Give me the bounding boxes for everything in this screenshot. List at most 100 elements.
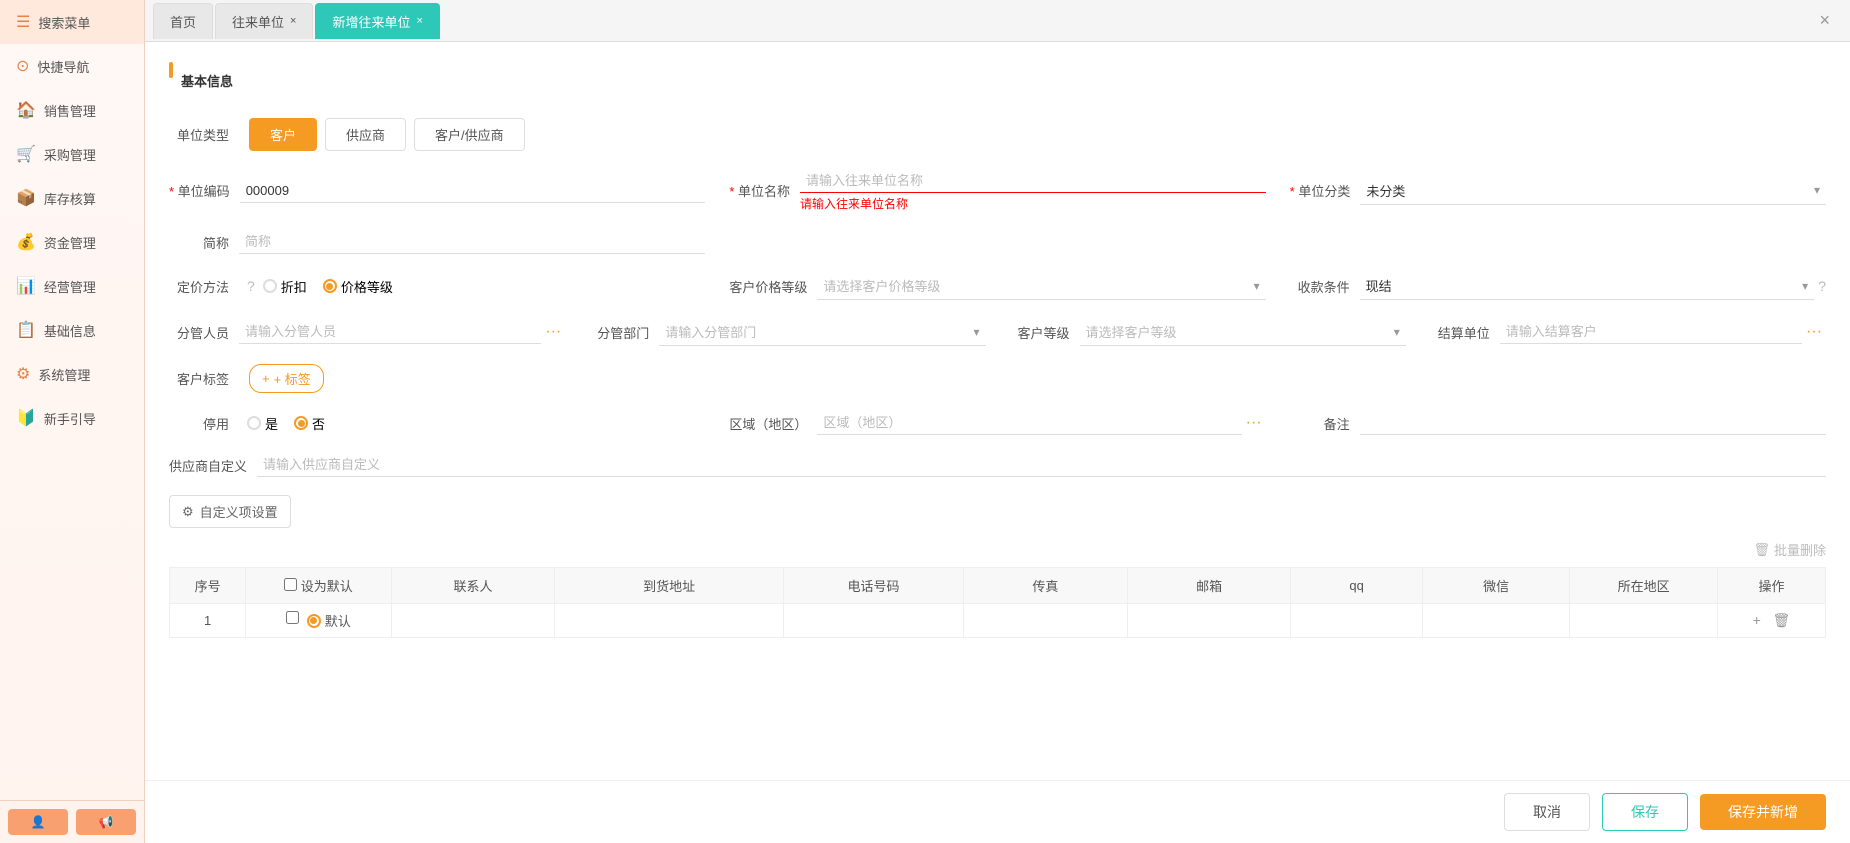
save-new-button[interactable]: 保存并新增 bbox=[1700, 794, 1826, 830]
cell-phone[interactable] bbox=[783, 604, 963, 638]
qq-input[interactable] bbox=[1327, 613, 1387, 628]
tab-units-close[interactable]: × bbox=[290, 15, 296, 27]
cell-wechat[interactable] bbox=[1422, 604, 1570, 638]
cell-fax[interactable] bbox=[963, 604, 1127, 638]
cell-region: 区域（地区） ··· bbox=[729, 411, 1265, 435]
type-btn-supplier[interactable]: 供应商 bbox=[325, 118, 406, 151]
sidebar-user-btn[interactable]: 👤 bbox=[8, 809, 68, 835]
radio-price-level[interactable]: 价格等级 bbox=[323, 277, 393, 296]
add-tag-button[interactable]: + + 标签 bbox=[249, 364, 324, 393]
payment-terms-help-icon[interactable]: ? bbox=[1818, 278, 1826, 294]
radio-discount-circle bbox=[263, 279, 277, 293]
sales-icon: 🏠 bbox=[16, 100, 36, 120]
tag-plus-icon: + bbox=[262, 371, 270, 386]
tab-home[interactable]: 首页 bbox=[153, 3, 213, 39]
row-default-radio[interactable]: 默认 bbox=[307, 611, 351, 630]
price-level-chevron-icon: ▾ bbox=[1254, 279, 1260, 293]
address-input[interactable] bbox=[609, 613, 729, 628]
type-btn-both[interactable]: 客户/供应商 bbox=[414, 118, 525, 151]
phone-input[interactable] bbox=[828, 613, 918, 628]
radio-price-level-circle bbox=[323, 279, 337, 293]
sidebar-item-new-guide[interactable]: 🔰 新手引导 bbox=[0, 396, 144, 440]
settlement-unit-label: 结算单位 bbox=[1430, 323, 1500, 342]
table-region-input[interactable] bbox=[1609, 613, 1679, 628]
region-input[interactable] bbox=[817, 411, 1241, 435]
wechat-input[interactable] bbox=[1461, 613, 1531, 628]
customer-tag-label: 客户标签 bbox=[169, 369, 239, 388]
customer-price-level-select[interactable]: 请选择客户价格等级 ▾ bbox=[817, 272, 1265, 300]
cell-address[interactable] bbox=[555, 604, 784, 638]
sidebar-item-search[interactable]: ☰ 搜索菜单 bbox=[0, 0, 144, 44]
notes-input[interactable] bbox=[1360, 411, 1826, 435]
customer-price-level-label: 客户价格等级 bbox=[729, 277, 817, 296]
select-all-checkbox[interactable] bbox=[284, 578, 297, 591]
unit-code-input[interactable] bbox=[240, 179, 706, 203]
region-dots-btn[interactable]: ··· bbox=[1242, 414, 1266, 432]
tab-new-unit[interactable]: 新增往来单位 × bbox=[315, 3, 439, 39]
sidebar-item-quick-nav[interactable]: ⊙ 快捷导航 bbox=[0, 44, 144, 88]
delete-row-btn[interactable]: 🗑 bbox=[1768, 610, 1794, 631]
batch-delete-btn[interactable]: 🗑 批量删除 bbox=[169, 540, 1826, 559]
custom-settings-button[interactable]: ⚙ 自定义项设置 bbox=[169, 495, 291, 528]
row-pricing: 定价方法 ? 折扣 价格等级 客户价格等级 请选择客户价格等级 bbox=[169, 272, 1826, 300]
cell-contact[interactable] bbox=[391, 604, 555, 638]
window-close-btn[interactable]: × bbox=[1807, 10, 1842, 31]
operations-icon: 📊 bbox=[16, 276, 36, 296]
customer-level-chevron-icon: ▾ bbox=[1394, 325, 1400, 339]
email-input[interactable] bbox=[1169, 613, 1249, 628]
fax-input[interactable] bbox=[1005, 613, 1085, 628]
sidebar-item-inventory[interactable]: 📦 库存核算 bbox=[0, 176, 144, 220]
col-action: 操作 bbox=[1717, 568, 1825, 604]
manager-dots-btn[interactable]: ··· bbox=[541, 323, 565, 341]
tab-units[interactable]: 往来单位 × bbox=[215, 3, 313, 39]
unit-name-label: 单位名称 bbox=[729, 181, 800, 200]
short-name-input[interactable] bbox=[239, 230, 705, 254]
unit-name-error: 请输入往来单位名称 bbox=[800, 195, 1266, 212]
sidebar-item-purchase[interactable]: 🛒 采购管理 bbox=[0, 132, 144, 176]
row-supplier-custom: 供应商自定义 bbox=[169, 453, 1826, 477]
sidebar-item-finance[interactable]: 💰 资金管理 bbox=[0, 220, 144, 264]
settlement-unit-input[interactable] bbox=[1500, 320, 1802, 344]
add-row-btn[interactable]: + bbox=[1749, 610, 1765, 630]
tab-new-unit-close[interactable]: × bbox=[416, 15, 422, 27]
radio-disabled-no[interactable]: 否 bbox=[294, 414, 325, 433]
manager-input[interactable] bbox=[239, 320, 541, 344]
customer-level-select[interactable]: 请选择客户等级 ▾ bbox=[1080, 318, 1406, 346]
radio-discount[interactable]: 折扣 bbox=[263, 277, 307, 296]
col-email: 邮箱 bbox=[1127, 568, 1291, 604]
save-button[interactable]: 保存 bbox=[1602, 793, 1688, 831]
type-btn-customer[interactable]: 客户 bbox=[249, 118, 317, 151]
sidebar-item-operations[interactable]: 📊 经营管理 bbox=[0, 264, 144, 308]
payment-terms-select[interactable]: 现结 ▾ bbox=[1360, 272, 1815, 300]
cell-region[interactable] bbox=[1570, 604, 1718, 638]
sidebar-item-system[interactable]: ⚙ 系统管理 bbox=[0, 352, 144, 396]
col-fax: 传真 bbox=[963, 568, 1127, 604]
unit-name-input[interactable] bbox=[800, 169, 1266, 193]
radio-disabled-yes[interactable]: 是 bbox=[247, 414, 278, 433]
row-checkbox[interactable] bbox=[286, 611, 299, 624]
cell-default: 默认 bbox=[246, 604, 391, 638]
cell-email[interactable] bbox=[1127, 604, 1291, 638]
unit-category-select[interactable]: 未分类 ▾ bbox=[1360, 177, 1826, 205]
col-seq: 序号 bbox=[170, 568, 246, 604]
supplier-custom-input[interactable] bbox=[257, 453, 1826, 477]
pricing-help-icon[interactable]: ? bbox=[247, 278, 255, 294]
row-disabled-region: 停用 是 否 区域（地区） ··· 备注 bbox=[169, 411, 1826, 435]
cell-notes: 备注 bbox=[1290, 411, 1826, 435]
cancel-button[interactable]: 取消 bbox=[1504, 793, 1590, 831]
cell-qq[interactable] bbox=[1291, 604, 1422, 638]
form-content: 基本信息 单位类型 客户 供应商 客户/供应商 单位编码 单位名称 bbox=[145, 42, 1850, 780]
sidebar-item-sales[interactable]: 🏠 销售管理 bbox=[0, 88, 144, 132]
department-select[interactable]: 请输入分管部门 ▾ bbox=[659, 318, 985, 346]
contact-table: 序号 设为默认 联系人 到货地址 电话号码 传真 邮箱 qq 微信 所在地区 操… bbox=[169, 567, 1826, 638]
row-code-name-category: 单位编码 单位名称 请输入往来单位名称 单位分类 未分类 ▾ bbox=[169, 169, 1826, 212]
department-label: 分管部门 bbox=[589, 323, 659, 342]
settlement-unit-dots-btn[interactable]: ··· bbox=[1802, 323, 1826, 341]
cell-manager: 分管人员 ··· bbox=[169, 320, 565, 344]
contact-input[interactable] bbox=[433, 613, 513, 628]
payment-terms-chevron-icon: ▾ bbox=[1802, 279, 1808, 293]
cell-payment-terms: 收款条件 现结 ▾ ? bbox=[1290, 272, 1826, 300]
sidebar-item-basic-info[interactable]: 📋 基础信息 bbox=[0, 308, 144, 352]
sidebar-notify-btn[interactable]: 📢 bbox=[76, 809, 136, 835]
unit-category-label: 单位分类 bbox=[1290, 181, 1361, 200]
